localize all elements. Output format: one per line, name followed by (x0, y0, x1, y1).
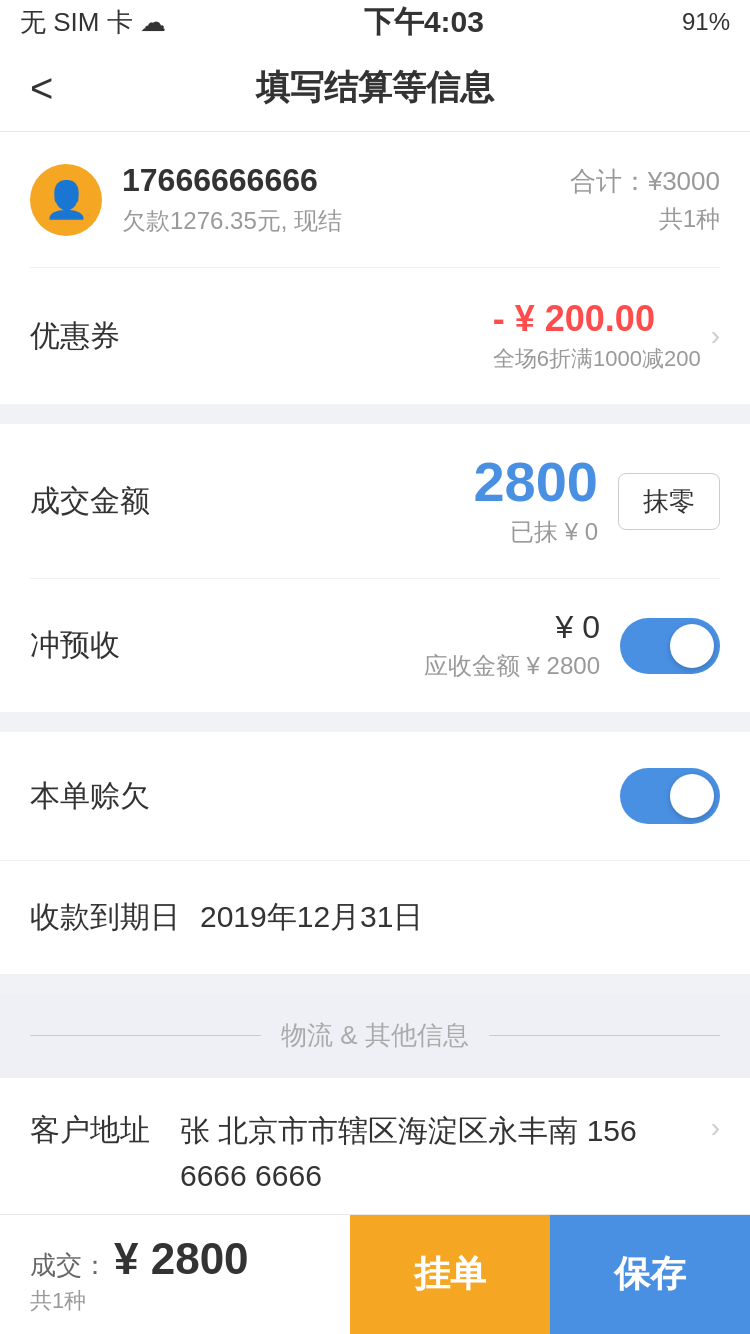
coupon-right: - ¥ 200.00 全场6折满1000减200 › (493, 298, 720, 374)
hold-button[interactable]: 挂单 (350, 1215, 550, 1335)
bad-debt-label: 本单赊欠 (30, 776, 150, 817)
amount-section: 成交金额 2800 已抹 ¥ 0 抹零 冲预收 ¥ 0 应收金额 ¥ 2800 (0, 424, 750, 712)
user-right: 合计：¥3000 共1种 (570, 164, 720, 235)
coupon-chevron-icon: › (711, 320, 720, 352)
prepay-right: ¥ 0 应收金额 ¥ 2800 (424, 609, 720, 682)
coupon-row[interactable]: 优惠券 - ¥ 200.00 全场6折满1000减200 › (30, 268, 720, 404)
user-phone: 17666666666 (122, 162, 342, 199)
address-label: 客户地址 (30, 1110, 150, 1151)
due-date-value: 2019年12月31日 (200, 897, 423, 938)
coupon-amount: - ¥ 200.00 (493, 298, 701, 340)
bottom-count: 共1种 (30, 1286, 320, 1316)
deal-amount-value: 2800 (473, 454, 598, 510)
due-date-row: 收款到期日 2019年12月31日 (0, 860, 750, 974)
deal-amount-label: 成交金额 (30, 481, 150, 522)
battery-label: 91% (682, 8, 730, 36)
divider-1 (0, 404, 750, 424)
status-right: 91% (682, 8, 730, 36)
bad-debt-row: 本单赊欠 (0, 732, 750, 860)
coupon-desc: 全场6折满1000减200 (493, 344, 701, 374)
status-left: 无 SIM 卡 ☁ (20, 5, 166, 40)
user-info-card: 👤 17666666666 欠款1276.35元, 现结 合计：¥3000 共1… (0, 132, 750, 404)
user-debt: 欠款1276.35元, 现结 (122, 205, 342, 237)
bad-debt-toggle[interactable] (620, 768, 720, 824)
user-left: 👤 17666666666 欠款1276.35元, 现结 (30, 162, 342, 237)
prepay-value: ¥ 0 (424, 609, 600, 646)
prepay-row: 冲预收 ¥ 0 应收金额 ¥ 2800 (30, 579, 720, 712)
bottom-amount: ¥ 2800 (114, 1234, 249, 1284)
sim-label: 无 SIM 卡 ☁ (20, 5, 166, 40)
save-button[interactable]: 保存 (550, 1215, 750, 1335)
address-chevron-icon: › (711, 1112, 720, 1144)
address-row[interactable]: 客户地址 张 北京市市辖区海淀区永丰南 156 6666 6666 › (0, 1077, 750, 1228)
due-date-label: 收款到期日 (30, 897, 180, 938)
bottom-summary: 成交： ¥ 2800 共1种 (0, 1234, 350, 1316)
user-info: 17666666666 欠款1276.35元, 现结 (122, 162, 342, 237)
total-label: 合计：¥3000 (570, 164, 720, 199)
divider-2 (0, 712, 750, 732)
avatar: 👤 (30, 164, 102, 236)
round-button[interactable]: 抹零 (618, 473, 720, 530)
prepay-label: 冲预收 (30, 625, 120, 666)
status-bar: 无 SIM 卡 ☁ 下午4:03 91% (0, 0, 750, 44)
deal-amount-row: 成交金额 2800 已抹 ¥ 0 抹零 (30, 424, 720, 579)
divider-3 (0, 974, 750, 994)
back-button[interactable]: < (30, 68, 53, 108)
bottom-deal-label: 成交： (30, 1248, 108, 1283)
bottom-bar: 成交： ¥ 2800 共1种 挂单 保存 (0, 1214, 750, 1334)
logistics-section-header: 物流 & 其他信息 (0, 994, 750, 1077)
nav-bar: < 填写结算等信息 (0, 44, 750, 132)
deal-amount-sub: 已抹 ¥ 0 (473, 516, 598, 548)
coupon-label: 优惠券 (30, 316, 120, 357)
user-row: 👤 17666666666 欠款1276.35元, 现结 合计：¥3000 共1… (30, 132, 720, 268)
status-time: 下午4:03 (364, 2, 484, 43)
address-value: 张 北京市市辖区海淀区永丰南 156 6666 6666 (180, 1108, 701, 1198)
page-title: 填写结算等信息 (256, 65, 494, 111)
prepay-toggle[interactable] (620, 618, 720, 674)
logistics-label: 物流 & 其他信息 (281, 1018, 469, 1053)
prepay-amount: ¥ 0 应收金额 ¥ 2800 (424, 609, 600, 682)
total-count: 共1种 (570, 203, 720, 235)
prepay-sub: 应收金额 ¥ 2800 (424, 650, 600, 682)
deal-amount-right: 2800 已抹 ¥ 0 抹零 (473, 454, 720, 548)
